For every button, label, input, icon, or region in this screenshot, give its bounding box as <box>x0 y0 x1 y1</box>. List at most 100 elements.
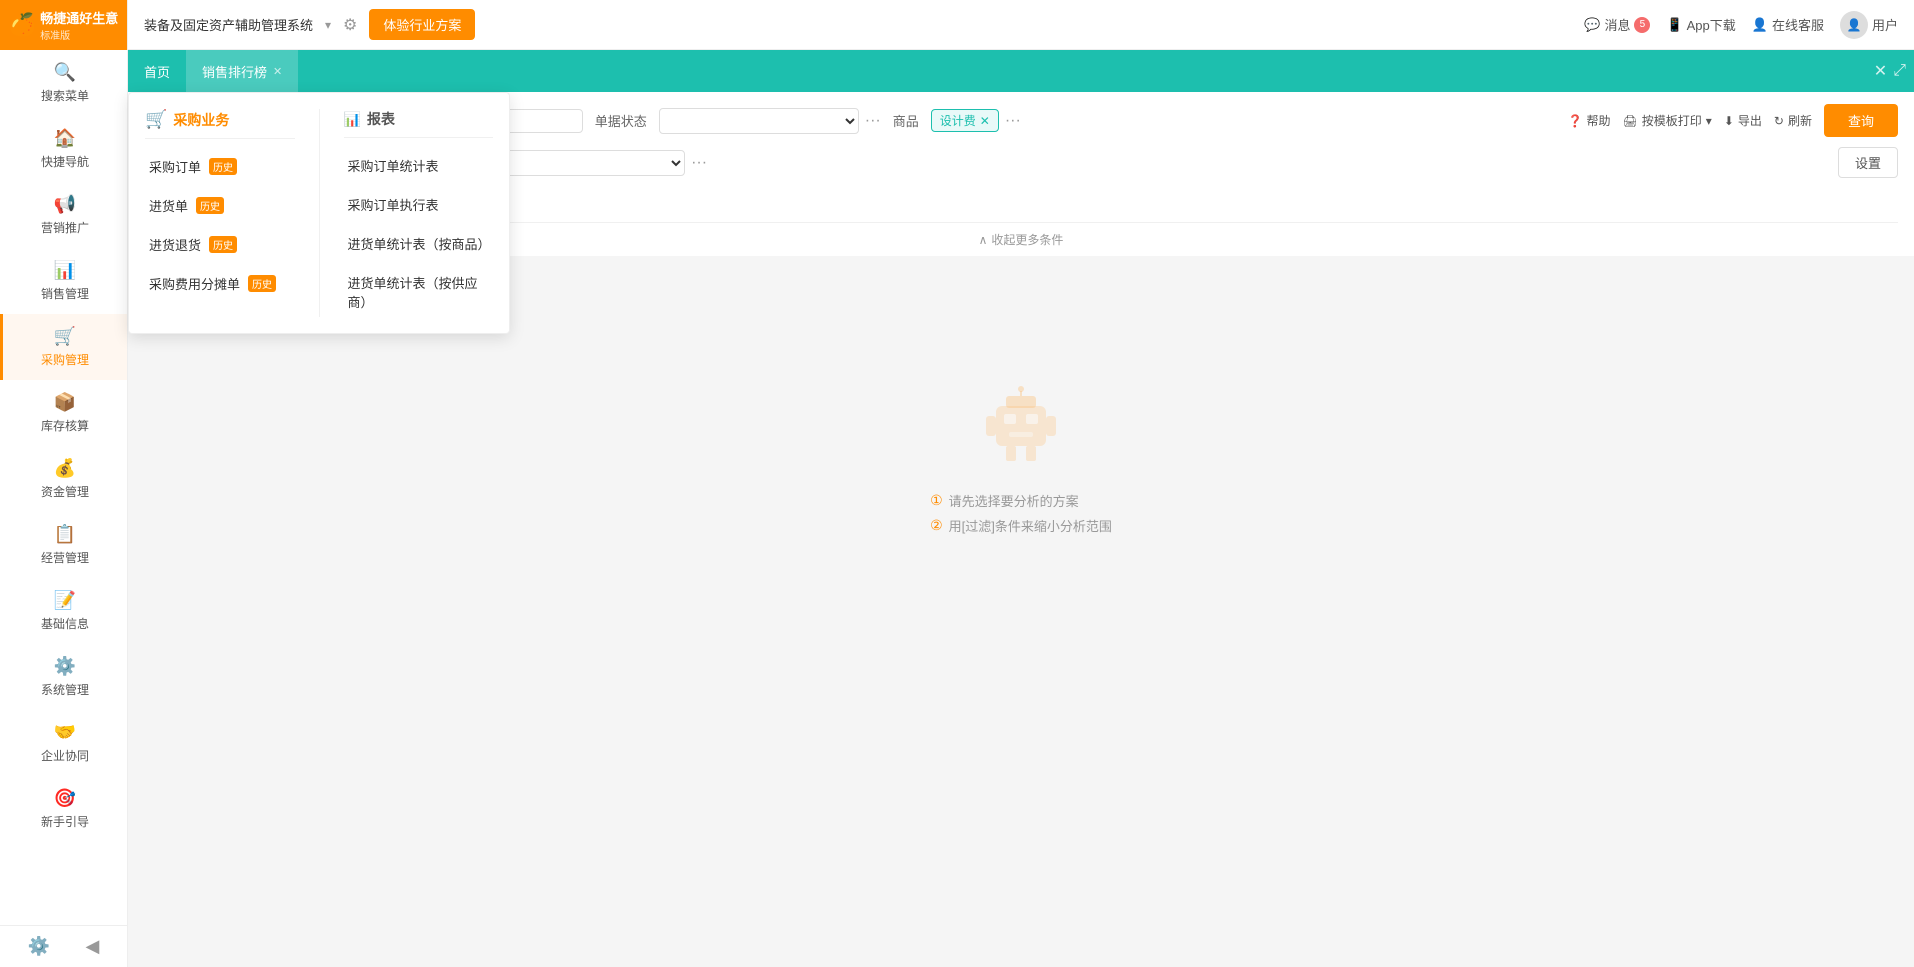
goods-tag-text: 设计费 <box>940 112 976 129</box>
hint-bullet-1: ① <box>930 492 943 509</box>
dropdown-item-purchase-stock[interactable]: 进货单 历史 <box>145 190 295 221</box>
purchase-icon: 🛒 <box>54 326 76 347</box>
user-label: 用户 <box>1872 15 1898 34</box>
phone-icon: 📱 <box>1666 17 1682 33</box>
help-btn[interactable]: ❓ 帮助 <box>1568 112 1611 129</box>
dropdown-report-header: 📊 报表 <box>344 109 494 138</box>
sidebar-label-enterprise: 企业协同 <box>41 747 89 764</box>
sidebar-item-inventory[interactable]: 📦 库存核算 <box>0 380 127 446</box>
header: 装备及固定资产辅助管理系统 ▾ ⚙ 体验行业方案 💬 消息 5 📱 App下载 … <box>128 0 1914 50</box>
message-btn[interactable]: 💬 消息 5 <box>1584 15 1650 34</box>
sidebar-label-marketing: 营销推广 <box>41 219 89 236</box>
header-right: 💬 消息 5 📱 App下载 👤 在线客服 👤 用户 <box>1584 11 1898 39</box>
goods-tag: 设计费 ✕ <box>931 109 999 132</box>
empty-hint-1: 请先选择要分析的方案 <box>949 491 1079 510</box>
query-button[interactable]: 查询 <box>1824 104 1898 137</box>
header-gear-icon[interactable]: ⚙ <box>343 15 357 35</box>
sidebar-item-finance[interactable]: 💰 资金管理 <box>0 446 127 512</box>
dropdown-item-report-order-summary[interactable]: 采购订单统计表 <box>344 150 494 181</box>
sidebar-item-system[interactable]: ⚙️ 系统管理 <box>0 644 127 710</box>
sidebar-bottom: ⚙️ ◀ <box>0 925 127 967</box>
sidebar-label-guide: 新手引导 <box>41 813 89 830</box>
sidebar-item-operation[interactable]: 📋 经营管理 <box>0 512 127 578</box>
dropdown-divider <box>319 109 320 317</box>
tab-sales-rank[interactable]: 销售排行榜 ✕ <box>186 50 298 92</box>
tab-maximize-icon[interactable]: ⤢ <box>1893 62 1906 80</box>
sidebar-label-system: 系统管理 <box>41 681 89 698</box>
history-badge-4: 历史 <box>248 275 276 292</box>
sidebar-item-enterprise[interactable]: 🤝 企业协同 <box>0 710 127 776</box>
tab-sales-rank-label: 销售排行榜 <box>202 62 267 81</box>
dropdown-report-col: 📊 报表 采购订单统计表 采购订单执行表 进货单统计表（按商品） 进货单统计表（… <box>344 109 494 317</box>
dropdown-item-report-order-exec[interactable]: 采购订单执行表 <box>344 189 494 220</box>
export-btn[interactable]: ⬇ 导出 <box>1724 112 1762 129</box>
logo-icon: 🍊 <box>9 12 36 38</box>
purchase-return-label: 进货退货 <box>149 235 201 254</box>
settings-button[interactable]: 设置 <box>1838 147 1898 178</box>
industry-btn[interactable]: 体验行业方案 <box>369 9 475 40</box>
sidebar-label-finance: 资金管理 <box>41 483 89 500</box>
dropdown-item-report-stock-goods[interactable]: 进货单统计表（按商品） <box>344 228 494 259</box>
goods-tag-close-icon[interactable]: ✕ <box>980 114 990 128</box>
report-dropdown-icon: 📊 <box>344 111 361 128</box>
sidebar-label-sales: 销售管理 <box>41 285 89 302</box>
sidebar-item-sales[interactable]: 📊 销售管理 <box>0 248 127 314</box>
edition-label: 标准版 <box>40 27 118 42</box>
salesman-more-icon[interactable]: ··· <box>691 154 707 172</box>
operation-icon: 📋 <box>54 524 76 545</box>
purchase-order-label: 采购订单 <box>149 157 201 176</box>
collapse-sidebar-icon[interactable]: ◀ <box>85 936 99 957</box>
order-status-select[interactable] <box>659 108 859 134</box>
tab-bar: 首页 销售排行榜 ✕ ✕ ⤢ <box>128 50 1914 92</box>
basic-icon: 📝 <box>54 590 76 611</box>
sidebar-item-basic[interactable]: 📝 基础信息 <box>0 578 127 644</box>
order-status-more-icon[interactable]: ··· <box>865 112 881 130</box>
header-dropdown-icon[interactable]: ▾ <box>325 18 331 32</box>
goods-more-icon[interactable]: ··· <box>1005 112 1021 130</box>
dropdown-purchase-header: 🛒 采购业务 <box>145 109 295 139</box>
help-icon: ❓ <box>1568 114 1583 128</box>
enterprise-icon: 🤝 <box>54 722 76 743</box>
sidebar-item-guide[interactable]: 🎯 新手引导 <box>0 776 127 842</box>
tab-close-right-icon[interactable]: ✕ <box>1874 61 1887 81</box>
dropdown-menu: 🛒 采购业务 采购订单 历史 进货单 历史 进货退货 历史 采购费用分摊单 历史 <box>128 92 510 334</box>
print-btn[interactable]: 🖨 按模板打印 ▾ <box>1623 112 1712 129</box>
sidebar-logo: 🍊 畅捷通好生意 标准版 <box>0 0 127 50</box>
tab-bar-right: ✕ ⤢ <box>1874 61 1914 81</box>
tab-close-icon[interactable]: ✕ <box>273 65 282 78</box>
sidebar-label-purchase: 采购管理 <box>41 351 89 368</box>
dropdown-item-purchase-return[interactable]: 进货退货 历史 <box>145 229 295 260</box>
app-download-btn[interactable]: 📱 App下载 <box>1666 15 1735 34</box>
online-service-btn[interactable]: 👤 在线客服 <box>1752 15 1824 34</box>
print-dropdown-icon[interactable]: ▾ <box>1706 114 1712 128</box>
brand-name: 畅捷通好生意 <box>40 8 118 27</box>
sidebar-label-basic: 基础信息 <box>41 615 89 632</box>
tab-home[interactable]: 首页 <box>128 50 186 92</box>
sidebar-label-search: 搜索菜单 <box>41 87 89 104</box>
sidebar-item-search[interactable]: 🔍 搜索菜单 <box>0 50 127 116</box>
dropdown-item-purchase-expense[interactable]: 采购费用分摊单 历史 <box>145 268 295 299</box>
sidebar-item-quicknav[interactable]: 🏠 快捷导航 <box>0 116 127 182</box>
inventory-icon: 📦 <box>54 392 76 413</box>
dropdown-item-purchase-order[interactable]: 采购订单 历史 <box>145 151 295 182</box>
sidebar-item-marketing[interactable]: 📢 营销推广 <box>0 182 127 248</box>
user-btn[interactable]: 👤 用户 <box>1840 11 1898 39</box>
message-badge: 5 <box>1634 17 1650 33</box>
home-icon: 🏠 <box>54 128 76 149</box>
empty-hint-2: 用[过滤]条件来缩小分析范围 <box>949 516 1112 535</box>
purchase-dropdown-icon: 🛒 <box>145 109 167 130</box>
sidebar-item-purchase[interactable]: 🛒 采购管理 <box>0 314 127 380</box>
settings-bottom-icon[interactable]: ⚙️ <box>28 936 50 957</box>
system-icon: ⚙️ <box>54 656 76 677</box>
sidebar-label-inventory: 库存核算 <box>41 417 89 434</box>
sidebar: 🍊 畅捷通好生意 标准版 🔍 搜索菜单 🏠 快捷导航 📢 营销推广 📊 销售管理… <box>0 0 128 967</box>
empty-illustration <box>971 376 1071 479</box>
message-icon: 💬 <box>1584 17 1600 33</box>
dropdown-item-report-stock-supplier[interactable]: 进货单统计表（按供应商） <box>344 267 494 317</box>
purchase-expense-label: 采购费用分摊单 <box>149 274 240 293</box>
order-status-label: 单据状态 <box>595 111 647 130</box>
sidebar-label-quicknav: 快捷导航 <box>41 153 89 170</box>
refresh-btn[interactable]: ↻ 刷新 <box>1774 112 1812 129</box>
service-icon: 👤 <box>1752 17 1768 33</box>
salesman-select[interactable] <box>485 150 685 176</box>
